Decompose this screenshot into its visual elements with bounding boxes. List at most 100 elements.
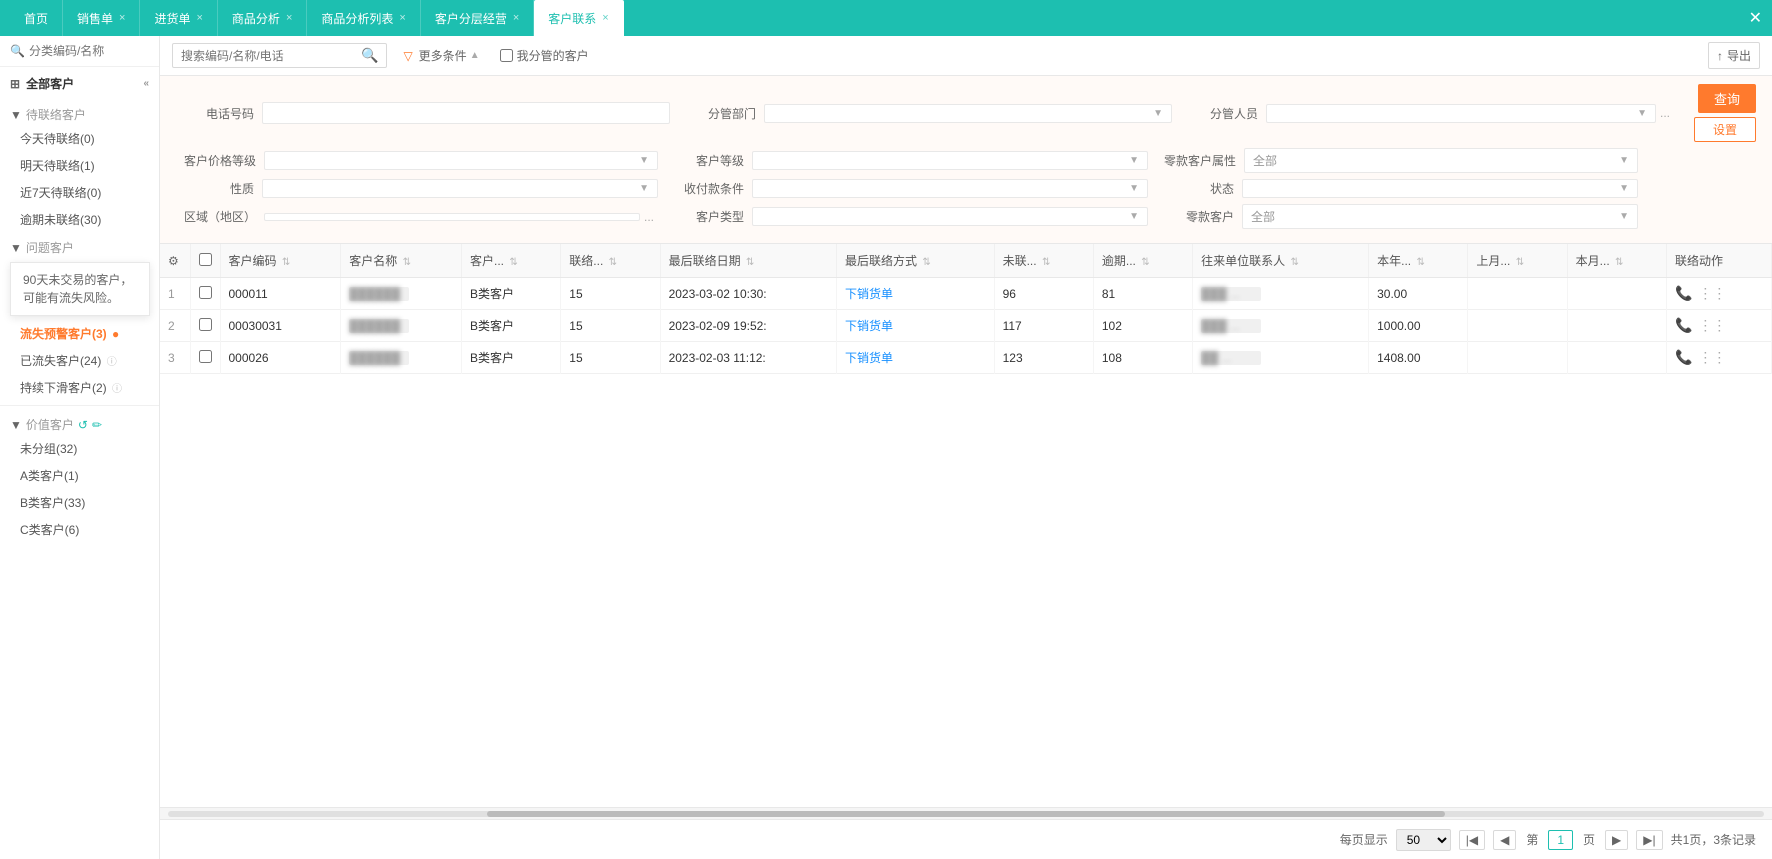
row3-method-link[interactable]: 下销货单 <box>845 351 893 365</box>
sidebar-item-churned[interactable]: 已流失客户(24) ⓘ <box>0 347 159 374</box>
col-checkbox[interactable] <box>190 244 220 278</box>
col-this-month[interactable]: 本月... ⇅ <box>1567 244 1666 278</box>
col-unit-contact[interactable]: 往来单位联系人 ⇅ <box>1193 244 1369 278</box>
my-customers-label: 我分管的客户 <box>517 47 589 64</box>
customer-level-label: 客户等级 <box>674 152 744 169</box>
setting-button[interactable]: 设置 <box>1694 117 1756 142</box>
my-customers-checkbox[interactable] <box>500 49 513 62</box>
payment-label: 收付款条件 <box>674 180 744 197</box>
tab-purchase[interactable]: 进货单 × <box>140 0 217 36</box>
col-uncontacted[interactable]: 未联... ⇅ <box>994 244 1093 278</box>
last-page-button[interactable]: ▶| <box>1636 830 1662 850</box>
nature-select[interactable]: ▼ <box>262 179 658 198</box>
col-customer-name[interactable]: 客户名称 ⇅ <box>341 244 462 278</box>
tab-customer-contact-close[interactable]: × <box>602 12 608 24</box>
row3-checkbox[interactable] <box>190 342 220 374</box>
row2-method-link[interactable]: 下销货单 <box>845 319 893 333</box>
col-contact-count[interactable]: 联络... ⇅ <box>561 244 660 278</box>
col-overdue[interactable]: 逾期... ⇅ <box>1093 244 1192 278</box>
row2-more-icon[interactable]: ⋮⋮ <box>1698 317 1726 334</box>
sidebar-all-customers[interactable]: ⊞ 全部客户 « <box>0 67 159 100</box>
row1-contact-icon[interactable]: 📞 <box>1675 285 1692 302</box>
refresh-icon[interactable]: ↺ <box>78 418 88 432</box>
content-area: 🔍 ▽ 更多条件 ▲ 我分管的客户 ↑ 导出 电话号码 <box>160 36 1772 859</box>
sidebar-item-week-contact[interactable]: 近7天待联络(0) <box>0 179 159 206</box>
customer-type-select[interactable]: ▼ <box>752 207 1148 226</box>
tab-customer-seg-close[interactable]: × <box>513 12 519 24</box>
phone-input[interactable] <box>262 102 670 124</box>
tab-sales-close[interactable]: × <box>119 12 125 24</box>
first-page-button[interactable]: |◀ <box>1459 830 1485 850</box>
tab-customer-seg[interactable]: 客户分层经营 × <box>421 0 534 36</box>
filter-icon: ▽ <box>403 49 412 63</box>
row1-more-icon[interactable]: ⋮⋮ <box>1698 285 1726 302</box>
tab-product-analysis[interactable]: 商品分析 × <box>218 0 307 36</box>
window-close-button[interactable]: ✕ <box>1749 8 1762 28</box>
filter-search-button[interactable]: 🔍 <box>361 47 378 64</box>
edit-icon[interactable]: ✏ <box>92 418 102 432</box>
row3-contact-icon[interactable]: 📞 <box>1675 349 1692 366</box>
manager-more-btn[interactable]: ... <box>1656 106 1674 120</box>
select-all-checkbox[interactable] <box>199 253 212 266</box>
sidebar-item-b-class[interactable]: B类客户(33) <box>0 489 159 516</box>
tab-purchase-close[interactable]: × <box>196 12 202 24</box>
tab-product-list[interactable]: 商品分析列表 × <box>307 0 420 36</box>
row1-checkbox[interactable] <box>190 278 220 310</box>
manager-select[interactable]: ▼ <box>1266 104 1656 123</box>
dept-select[interactable]: ▼ <box>764 104 1172 123</box>
row3-year-amount: 1408.00 <box>1369 342 1468 374</box>
payment-select[interactable]: ▼ <box>752 179 1148 198</box>
sidebar-item-ungrouped[interactable]: 未分组(32) <box>0 435 159 462</box>
customers-table: ⚙ 客户编码 ⇅ 客户名称 ⇅ <box>160 244 1772 374</box>
query-button[interactable]: 查询 <box>1698 84 1756 113</box>
col-last-contact-method[interactable]: 最后联络方式 ⇅ <box>837 244 995 278</box>
tab-customer-contact[interactable]: 客户联系 × <box>534 0 623 36</box>
sidebar-item-overdue-contact[interactable]: 逾期未联络(30) <box>0 206 159 233</box>
row1-method-link[interactable]: 下销货单 <box>845 287 893 301</box>
col-customer-code[interactable]: 客户编码 ⇅ <box>220 244 341 278</box>
more-conditions-toggle[interactable]: ▽ 更多条件 ▲ <box>395 44 487 67</box>
sidebar-item-churn-warning[interactable]: 流失预警客户(3) ● <box>0 320 159 347</box>
row2-contact-icon[interactable]: 📞 <box>1675 317 1692 334</box>
col-settings[interactable]: ⚙ <box>160 244 190 278</box>
tab-product-list-close[interactable]: × <box>399 12 405 24</box>
scrollbar-thumb[interactable] <box>487 811 1445 817</box>
my-customers-filter[interactable]: 我分管的客户 <box>500 47 589 64</box>
sort-icon-8: ⇅ <box>1141 257 1149 268</box>
sidebar-item-today-contact[interactable]: 今天待联络(0) <box>0 125 159 152</box>
grid-icon: ⊞ <box>10 77 20 91</box>
sidebar-item-a-class[interactable]: A类客户(1) <box>0 462 159 489</box>
next-page-button[interactable]: ▶ <box>1605 830 1628 850</box>
col-last-month[interactable]: 上月... ⇅ <box>1468 244 1567 278</box>
sidebar-search-input[interactable] <box>29 44 160 58</box>
col-last-contact-date[interactable]: 最后联络日期 ⇅ <box>660 244 836 278</box>
filter-search-input[interactable] <box>181 49 361 63</box>
sidebar-item-tomorrow-contact[interactable]: 明天待联络(1) <box>0 152 159 179</box>
row1-last-month <box>1468 278 1567 310</box>
retail-customer-select[interactable]: 全部 ▼ <box>1242 204 1638 229</box>
tab-product-analysis-close[interactable]: × <box>286 12 292 24</box>
status-select[interactable]: ▼ <box>1242 179 1638 198</box>
settings-icon[interactable]: ⚙ <box>168 254 179 268</box>
tab-home[interactable]: 首页 <box>10 0 63 36</box>
tab-sales[interactable]: 销售单 × <box>63 0 140 36</box>
prev-page-button[interactable]: ◀ <box>1493 830 1516 850</box>
col-customer-type[interactable]: 客户... ⇅ <box>462 244 561 278</box>
sidebar-item-declining[interactable]: 持续下滑客户(2) ⓘ <box>0 374 159 401</box>
col-year-amount[interactable]: 本年... ⇅ <box>1369 244 1468 278</box>
export-button[interactable]: ↑ 导出 <box>1708 42 1760 69</box>
filter-search-box[interactable]: 🔍 <box>172 43 387 68</box>
row2-code: 00030031 <box>220 310 341 342</box>
sidebar-item-c-class[interactable]: C类客户(6) <box>0 516 159 543</box>
adv-field-customer-level: 客户等级 ▼ <box>666 151 1156 170</box>
row3-more-icon[interactable]: ⋮⋮ <box>1698 349 1726 366</box>
retail-attr-select[interactable]: 全部 ▼ <box>1244 148 1638 173</box>
price-level-select[interactable]: ▼ <box>264 151 658 170</box>
row3-unit-contact: ██ ... <box>1193 342 1369 374</box>
region-select[interactable] <box>264 213 640 221</box>
customer-level-select[interactable]: ▼ <box>752 151 1148 170</box>
horizontal-scrollbar[interactable] <box>160 807 1772 819</box>
row2-checkbox[interactable] <box>190 310 220 342</box>
per-page-select[interactable]: 50 100 200 <box>1396 829 1451 851</box>
region-more-btn[interactable]: ... <box>640 210 658 224</box>
